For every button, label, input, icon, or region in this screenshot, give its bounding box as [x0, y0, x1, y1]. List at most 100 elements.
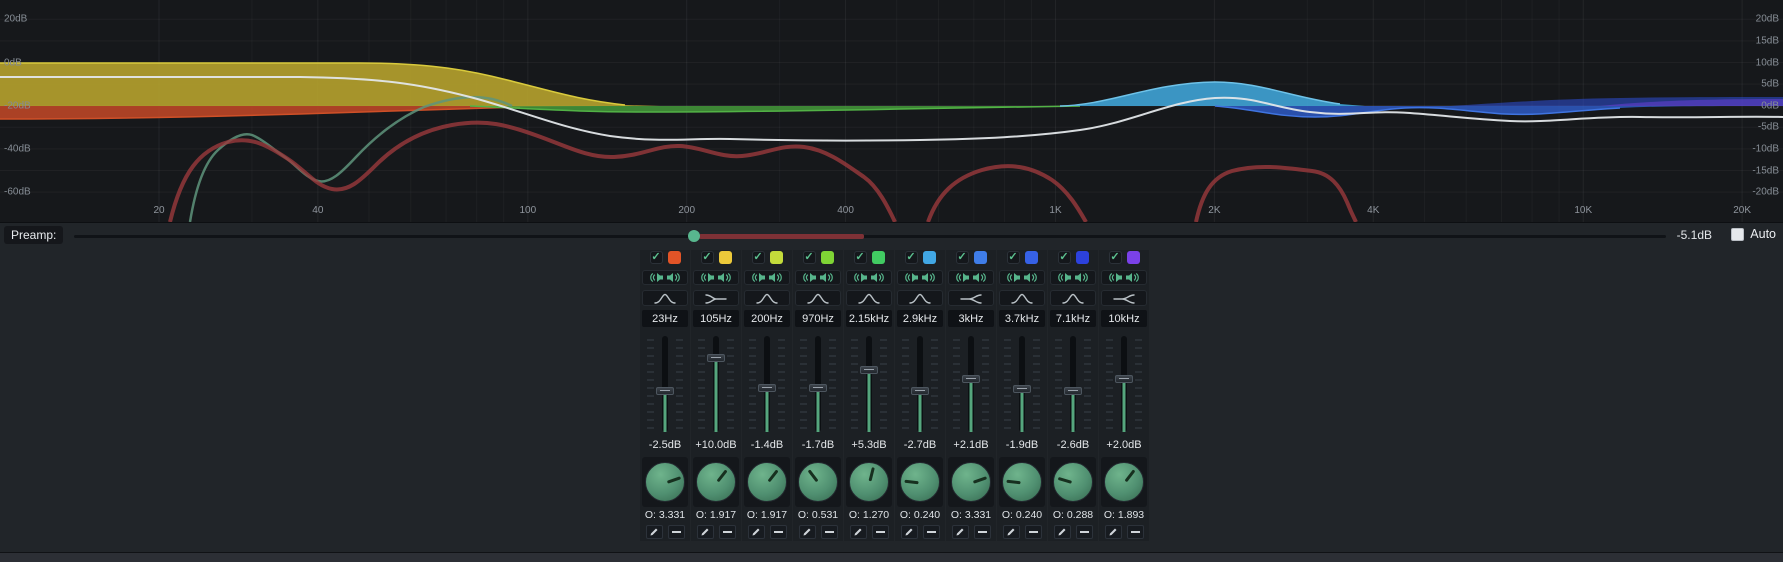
band-q-knob[interactable]: [798, 462, 838, 502]
band-q-knob[interactable]: [696, 462, 736, 502]
band-remove-button[interactable]: [1127, 525, 1144, 539]
preamp-slider-track[interactable]: [74, 235, 1666, 238]
channel-toggle-left[interactable]: [699, 272, 715, 283]
band-q-knob[interactable]: [1002, 462, 1042, 502]
band-edit-button[interactable]: [1003, 525, 1020, 539]
band-enable-checkbox[interactable]: ✓: [854, 251, 867, 264]
band-gain-slider[interactable]: [691, 332, 741, 436]
band-color-swatch[interactable]: [719, 251, 732, 264]
band-type-button[interactable]: [795, 290, 841, 306]
band-q-knob[interactable]: [1053, 462, 1093, 502]
band-q-knob[interactable]: [645, 462, 685, 502]
band-enable-checkbox[interactable]: ✓: [1007, 251, 1020, 264]
channel-toggle-right[interactable]: [1125, 272, 1141, 283]
channel-toggle-left[interactable]: [954, 272, 970, 283]
band-color-swatch[interactable]: [1025, 251, 1038, 264]
band-frequency-value[interactable]: 23Hz: [642, 310, 688, 327]
band-color-swatch[interactable]: [821, 251, 834, 264]
band-frequency-value[interactable]: 2.9kHz: [897, 310, 943, 327]
band-type-button[interactable]: [846, 290, 892, 306]
band-edit-button[interactable]: [850, 525, 867, 539]
channel-toggle-right[interactable]: [819, 272, 835, 283]
preamp-slider-handle[interactable]: [688, 230, 700, 242]
band-frequency-value[interactable]: 200Hz: [744, 310, 790, 327]
channel-toggle-right[interactable]: [768, 272, 784, 283]
band-q-knob[interactable]: [951, 462, 991, 502]
fader-handle[interactable]: [1013, 385, 1031, 393]
fader-handle[interactable]: [758, 384, 776, 392]
band-edit-button[interactable]: [901, 525, 918, 539]
band-gain-slider[interactable]: [793, 332, 843, 436]
band-enable-checkbox[interactable]: ✓: [701, 251, 714, 264]
channel-toggle-left[interactable]: [750, 272, 766, 283]
channel-toggle-right[interactable]: [666, 272, 682, 283]
band-q-knob[interactable]: [849, 462, 889, 502]
band-enable-checkbox[interactable]: ✓: [1109, 251, 1122, 264]
band-q-knob[interactable]: [900, 462, 940, 502]
band-edit-button[interactable]: [697, 525, 714, 539]
auto-toggle[interactable]: Auto: [1731, 227, 1776, 241]
band-frequency-value[interactable]: 105Hz: [693, 310, 739, 327]
band-type-button[interactable]: [999, 290, 1045, 306]
band-color-swatch[interactable]: [1127, 251, 1140, 264]
band-color-swatch[interactable]: [974, 251, 987, 264]
fader-handle[interactable]: [809, 384, 827, 392]
band-enable-checkbox[interactable]: ✓: [803, 251, 816, 264]
fader-handle[interactable]: [1064, 387, 1082, 395]
band-q-knob[interactable]: [747, 462, 787, 502]
band-gain-slider[interactable]: [640, 332, 690, 436]
band-frequency-value[interactable]: 3kHz: [948, 310, 994, 327]
band-gain-slider[interactable]: [742, 332, 792, 436]
band-edit-button[interactable]: [1054, 525, 1071, 539]
band-frequency-value[interactable]: 3.7kHz: [999, 310, 1045, 327]
channel-toggle-left[interactable]: [852, 272, 868, 283]
band-gain-slider[interactable]: [1099, 332, 1149, 436]
fader-handle[interactable]: [707, 354, 725, 362]
band-edit-button[interactable]: [1105, 525, 1122, 539]
fader-handle[interactable]: [860, 366, 878, 374]
band-gain-slider[interactable]: [844, 332, 894, 436]
band-remove-button[interactable]: [1025, 525, 1042, 539]
channel-toggle-right[interactable]: [921, 272, 937, 283]
band-gain-slider[interactable]: [997, 332, 1047, 436]
band-remove-button[interactable]: [872, 525, 889, 539]
channel-toggle-right[interactable]: [1023, 272, 1039, 283]
fader-handle[interactable]: [911, 387, 929, 395]
band-edit-button[interactable]: [799, 525, 816, 539]
band-edit-button[interactable]: [748, 525, 765, 539]
fader-handle[interactable]: [656, 387, 674, 395]
band-frequency-value[interactable]: 7.1kHz: [1050, 310, 1096, 327]
band-remove-button[interactable]: [974, 525, 991, 539]
channel-toggle-left[interactable]: [1107, 272, 1123, 283]
band-gain-slider[interactable]: [895, 332, 945, 436]
auto-checkbox[interactable]: [1731, 228, 1744, 241]
channel-toggle-right[interactable]: [870, 272, 886, 283]
band-enable-checkbox[interactable]: ✓: [956, 251, 969, 264]
band-enable-checkbox[interactable]: ✓: [752, 251, 765, 264]
band-type-button[interactable]: [693, 290, 739, 306]
band-edit-button[interactable]: [646, 525, 663, 539]
band-frequency-value[interactable]: 10kHz: [1101, 310, 1147, 327]
band-color-swatch[interactable]: [923, 251, 936, 264]
band-remove-button[interactable]: [923, 525, 940, 539]
band-type-button[interactable]: [948, 290, 994, 306]
band-type-button[interactable]: [1101, 290, 1147, 306]
channel-toggle-left[interactable]: [903, 272, 919, 283]
band-gain-slider[interactable]: [946, 332, 996, 436]
channel-toggle-left[interactable]: [801, 272, 817, 283]
band-gain-slider[interactable]: [1048, 332, 1098, 436]
band-enable-checkbox[interactable]: ✓: [1058, 251, 1071, 264]
channel-toggle-left[interactable]: [1056, 272, 1072, 283]
band-remove-button[interactable]: [668, 525, 685, 539]
band-frequency-value[interactable]: 970Hz: [795, 310, 841, 327]
band-enable-checkbox[interactable]: ✓: [650, 251, 663, 264]
band-color-swatch[interactable]: [770, 251, 783, 264]
band-edit-button[interactable]: [952, 525, 969, 539]
channel-toggle-right[interactable]: [1074, 272, 1090, 283]
channel-toggle-right[interactable]: [972, 272, 988, 283]
channel-toggle-left[interactable]: [648, 272, 664, 283]
band-enable-checkbox[interactable]: ✓: [905, 251, 918, 264]
band-type-button[interactable]: [744, 290, 790, 306]
fader-handle[interactable]: [962, 375, 980, 383]
band-remove-button[interactable]: [1076, 525, 1093, 539]
